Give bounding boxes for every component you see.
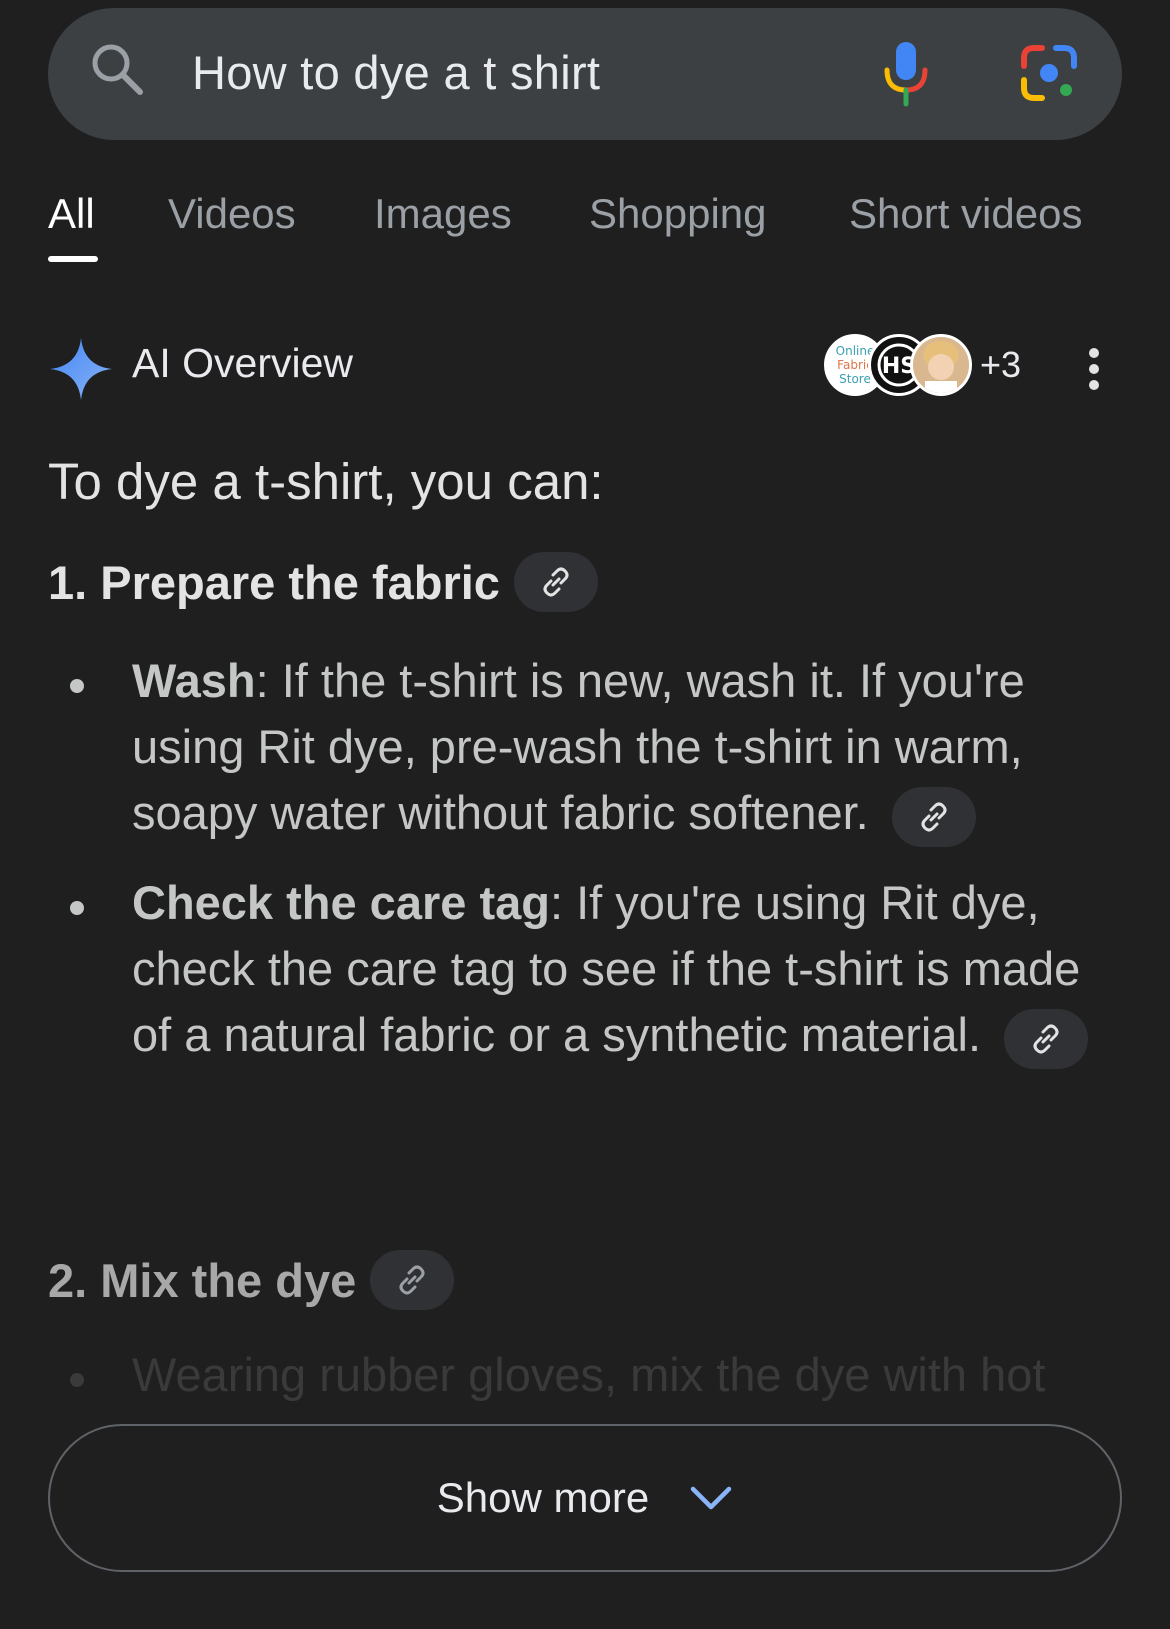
- step-2-title: 2. Mix the dye: [48, 1250, 455, 1310]
- chevron-down-icon: [690, 1486, 732, 1510]
- search-icon[interactable]: [88, 40, 148, 100]
- tab-short-videos[interactable]: Short videos: [849, 190, 1082, 238]
- show-more-button[interactable]: Show more: [48, 1424, 1122, 1572]
- ai-sparkle-icon: [50, 338, 112, 400]
- more-vert-icon[interactable]: [1086, 348, 1102, 390]
- bullet-dot: [70, 901, 84, 915]
- show-more-label: Show more: [436, 1474, 650, 1521]
- link-icon: [543, 567, 569, 597]
- link-icon: [399, 1265, 425, 1295]
- link-chip[interactable]: [891, 786, 976, 847]
- tab-shopping[interactable]: Shopping: [589, 190, 767, 238]
- bullet-text: : If the t-shirt is new, wash it. If you…: [132, 654, 1025, 839]
- more-sources-count[interactable]: +3: [980, 344, 1021, 386]
- link-chip[interactable]: [370, 1250, 455, 1310]
- list-item-wash: Wash: If the t-shirt is new, wash it. If…: [132, 648, 1092, 847]
- svg-text:Store: Store: [839, 372, 871, 386]
- step-1-title: 1. Prepare the fabric: [48, 552, 598, 612]
- tab-videos[interactable]: Videos: [168, 190, 296, 238]
- bullet-bold: Wash: [132, 654, 256, 707]
- link-icon: [1033, 1024, 1059, 1054]
- step-2-number: 2.: [48, 1253, 88, 1307]
- search-input[interactable]: How to dye a t shirt: [192, 45, 600, 100]
- google-lens-icon[interactable]: [1018, 42, 1080, 104]
- step-1-number: 1.: [48, 555, 88, 609]
- bullet-dot: [70, 679, 84, 693]
- list-item-faded: Wearing rubber gloves, mix the dye with …: [132, 1348, 1046, 1401]
- bullet-bold: Check the care tag: [132, 876, 550, 929]
- active-tab-indicator: [48, 256, 98, 262]
- bullet-dot: [70, 1373, 84, 1387]
- tab-all[interactable]: All: [48, 190, 95, 238]
- link-chip[interactable]: [1004, 1008, 1089, 1069]
- list-item-care-tag: Check the care tag: If you're using Rit …: [132, 870, 1092, 1069]
- tab-images[interactable]: Images: [374, 190, 512, 238]
- step-2-label: Mix the dye: [100, 1253, 357, 1307]
- step-1-label: Prepare the fabric: [100, 555, 500, 609]
- ai-overview-title: AI Overview: [132, 340, 353, 386]
- mic-icon[interactable]: [878, 38, 934, 108]
- source-avatar-person[interactable]: [910, 334, 972, 396]
- ai-intro-text: To dye a t-shirt, you can:: [48, 453, 604, 510]
- search-tabs: All Videos Images Shopping Short videos: [0, 190, 1170, 270]
- link-chip[interactable]: [513, 552, 598, 612]
- link-icon: [921, 802, 947, 832]
- page: How to dye a t shirt All Videos Images S…: [0, 0, 1170, 1629]
